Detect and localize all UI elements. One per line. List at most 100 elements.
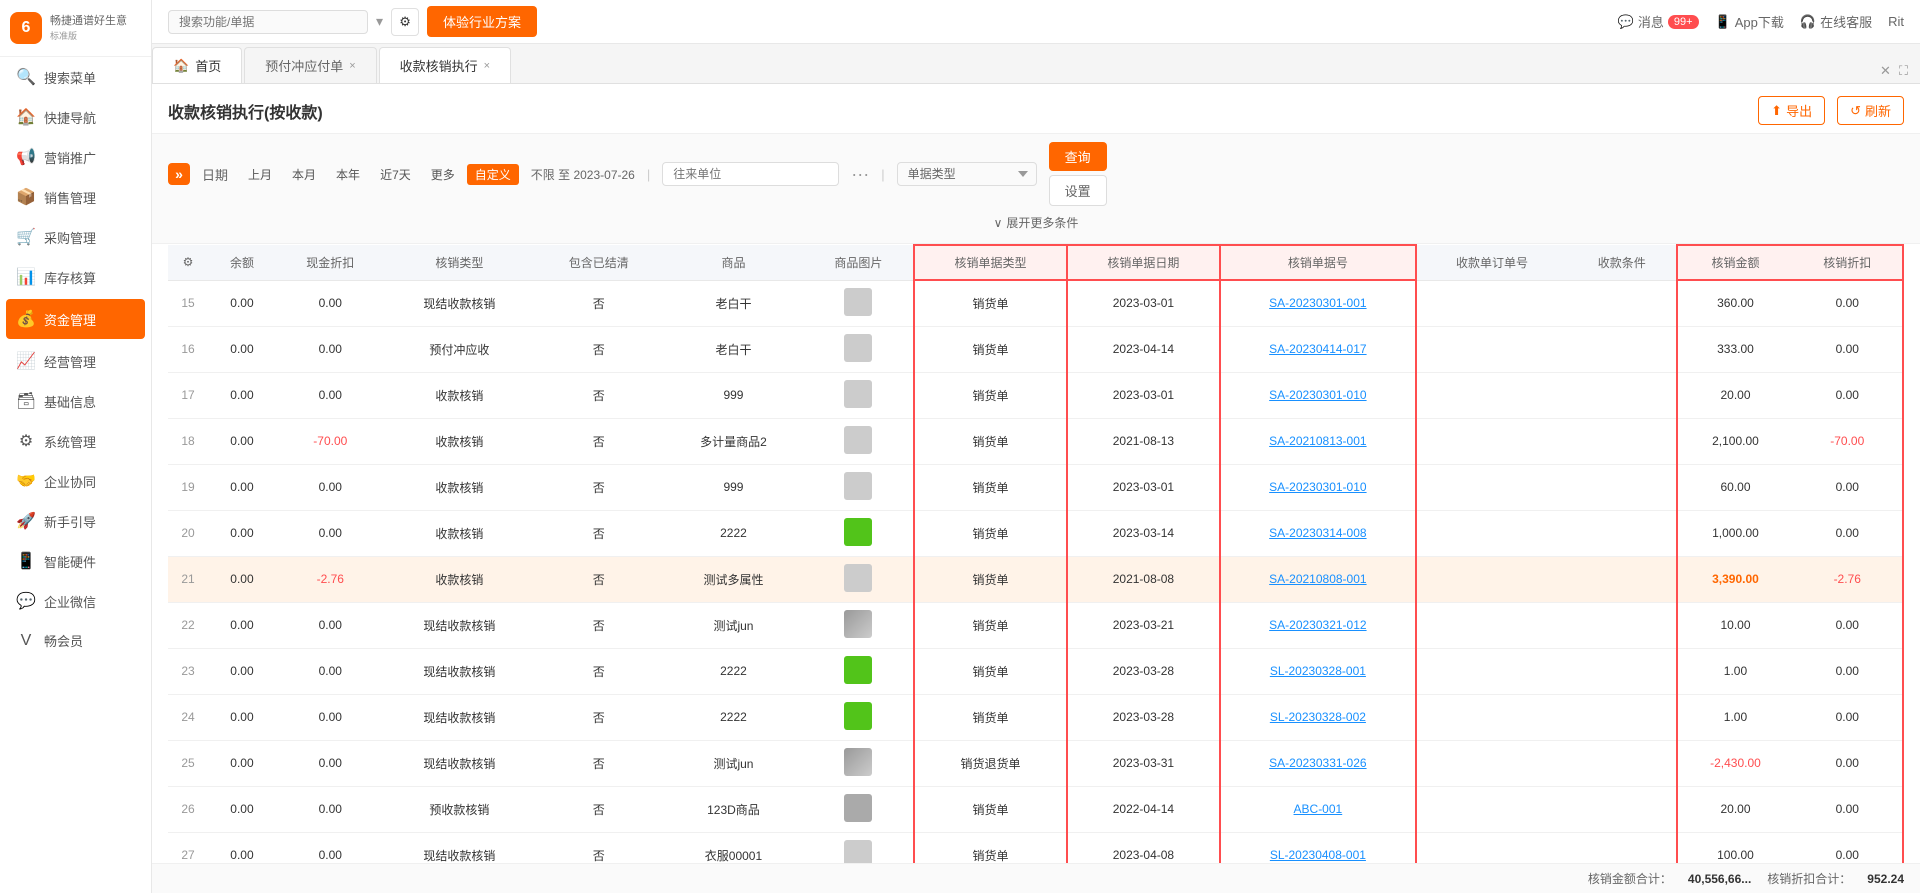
counterpart-input[interactable] [662, 162, 839, 186]
dropdown-icon[interactable]: ▾ [376, 13, 383, 30]
cell-writeoff-type: 收款核销 [385, 418, 534, 464]
cell-writeoff-type: 收款核销 [385, 464, 534, 510]
date-btn-custom[interactable]: 自定义 [467, 164, 519, 185]
sidebar-item-basic[interactable]: 🗃基础信息 [0, 381, 151, 421]
sidebar-item-operation[interactable]: 📈经营管理 [0, 341, 151, 381]
date-btn-7days[interactable]: 近7天 [372, 164, 419, 185]
expand-more-btn[interactable]: ∨ 展开更多条件 [990, 210, 1083, 235]
cell-doc-no[interactable]: SA-20230331-026 [1220, 740, 1416, 786]
sidebar-item-enterprise[interactable]: 🤝企业协同 [0, 461, 151, 501]
cell-doc-no[interactable]: SA-20210813-001 [1220, 418, 1416, 464]
sidebar-item-search[interactable]: 🔍搜索菜单 [0, 57, 151, 97]
user-avatar-btn[interactable]: Rit [1888, 14, 1904, 29]
cell-product-image [804, 694, 914, 740]
cell-doc-no[interactable]: SA-20230314-008 [1220, 510, 1416, 556]
sidebar-item-hardware[interactable]: 📱智能硬件 [0, 541, 151, 581]
cell-cash-discount: 0.00 [276, 740, 385, 786]
sidebar-item-purchase[interactable]: 🛒采购管理 [0, 217, 151, 257]
close-all-icon[interactable]: ✕ [1880, 63, 1891, 79]
cell-doc-no[interactable]: SA-20230414-017 [1220, 326, 1416, 372]
date-btn-last-month[interactable]: 上月 [240, 164, 280, 185]
export-btn[interactable]: ⬆ 导出 [1758, 96, 1825, 125]
date-btn-more[interactable]: 更多 [423, 164, 463, 185]
close-writeoff-tab[interactable]: × [484, 60, 490, 72]
date-btn-this-year[interactable]: 本年 [328, 164, 368, 185]
refresh-btn[interactable]: ↺ 刷新 [1837, 96, 1904, 125]
collapse-filter-btn[interactable]: » [168, 163, 190, 185]
cell-receipt-terms [1567, 372, 1677, 418]
cell-receipt-order-no [1416, 694, 1567, 740]
quick-nav-icon: 🏠 [16, 107, 36, 127]
date-btn-this-month[interactable]: 本月 [284, 164, 324, 185]
cell-cash-discount: -2.76 [276, 556, 385, 602]
cell-product-image [804, 832, 914, 863]
cell-receipt-order-no [1416, 832, 1567, 863]
cell-num: 24 [168, 694, 208, 740]
logo-text: 畅捷通谱好生意 [50, 14, 127, 28]
cell-doc-type: 销货单 [914, 510, 1067, 556]
cell-doc-no[interactable]: SA-20230301-010 [1220, 464, 1416, 510]
query-btn[interactable]: 查询 [1049, 142, 1107, 171]
sidebar-item-member[interactable]: V 畅会员 [0, 621, 151, 660]
counterpart-more-icon[interactable]: ··· [851, 164, 869, 185]
message-badge: 99+ [1668, 15, 1699, 29]
tab-prepay[interactable]: 预付冲应付单 × [244, 47, 376, 83]
sidebar-item-quick-nav[interactable]: 🏠快捷导航 [0, 97, 151, 137]
cell-doc-no[interactable]: SA-20230301-001 [1220, 280, 1416, 326]
sidebar-item-label-operation: 经营管理 [44, 352, 96, 371]
cell-doc-no[interactable]: SA-20230321-012 [1220, 602, 1416, 648]
col-settings-header[interactable]: ⚙ [168, 245, 208, 280]
col-writeoff-discount-header: 核销折扣 [1792, 245, 1903, 280]
cell-doc-no[interactable]: SL-20230328-001 [1220, 648, 1416, 694]
cell-writeoff-type: 现结收款核销 [385, 280, 534, 326]
cell-receipt-order-no [1416, 510, 1567, 556]
cell-doc-no[interactable]: SL-20230328-002 [1220, 694, 1416, 740]
table-row: 21 0.00 -2.76 收款核销 否 测试多属性 销货单 2021-08-0… [168, 556, 1903, 602]
sidebar-item-beginner[interactable]: 🚀新手引导 [0, 501, 151, 541]
cell-doc-no[interactable]: SA-20210808-001 [1220, 556, 1416, 602]
cell-receipt-terms [1567, 326, 1677, 372]
cell-doc-no[interactable]: ABC-001 [1220, 786, 1416, 832]
cell-receipt-terms [1567, 556, 1677, 602]
message-btn[interactable]: 💬 消息 99+ [1618, 12, 1699, 31]
data-table: ⚙ 余额 现金折扣 核销类型 包含已结清 商品 商品图片 核销单据类型 核销单据… [168, 244, 1904, 863]
member-icon: V [16, 632, 36, 650]
sidebar-item-finance[interactable]: 💰资金管理 [6, 299, 145, 339]
cell-doc-no[interactable]: SL-20230408-001 [1220, 832, 1416, 863]
industry-plan-btn[interactable]: 体验行业方案 [427, 6, 537, 37]
tab-receipt-writeoff[interactable]: 收款核销执行 × [379, 47, 511, 83]
sidebar-item-system[interactable]: ⚙系统管理 [0, 421, 151, 461]
sidebar-item-wechat[interactable]: 💬企业微信 [0, 581, 151, 621]
online-service-btn[interactable]: 🎧 在线客服 [1800, 12, 1872, 31]
cell-cash-discount: 0.00 [276, 786, 385, 832]
cell-num: 17 [168, 372, 208, 418]
maximize-icon[interactable]: ⛶ [1899, 63, 1908, 79]
settings-btn[interactable]: 设置 [1049, 175, 1107, 206]
cell-receipt-terms [1567, 280, 1677, 326]
cell-doc-no[interactable]: SA-20230301-010 [1220, 372, 1416, 418]
sidebar-item-marketing[interactable]: 📢营销推广 [0, 137, 151, 177]
cell-num: 27 [168, 832, 208, 863]
cell-receipt-order-no [1416, 464, 1567, 510]
logo-icon: 6 [10, 12, 42, 44]
app-download-btn[interactable]: 📱 App下载 [1715, 12, 1784, 31]
sidebar-item-sales[interactable]: 📦销售管理 [0, 177, 151, 217]
expand-label: 展开更多条件 [1006, 214, 1078, 231]
search-input[interactable] [168, 10, 368, 34]
sidebar-item-label-member: 畅会员 [44, 631, 83, 650]
sidebar-item-inventory[interactable]: 📊库存核算 [0, 257, 151, 297]
cell-writeoff-discount: 0.00 [1792, 326, 1903, 372]
date-range-text: 不限 至 2023-07-26 [531, 168, 635, 182]
cell-doc-type: 销货单 [914, 694, 1067, 740]
cell-include-settled: 否 [534, 786, 663, 832]
tab-home[interactable]: 🏠 首页 [152, 47, 242, 83]
document-type-select[interactable]: 单据类型 [897, 162, 1037, 186]
cell-num: 25 [168, 740, 208, 786]
close-prepay-tab[interactable]: × [349, 60, 355, 72]
cell-doc-type: 销货单 [914, 556, 1067, 602]
cell-doc-type: 销货单 [914, 326, 1067, 372]
footer-total-amount: 40,556,66... [1688, 872, 1751, 886]
cell-product: 999 [663, 464, 803, 510]
tab-receipt-writeoff-label: 收款核销执行 [400, 56, 478, 75]
topbar-gear-btn[interactable]: ⚙ [391, 8, 419, 36]
